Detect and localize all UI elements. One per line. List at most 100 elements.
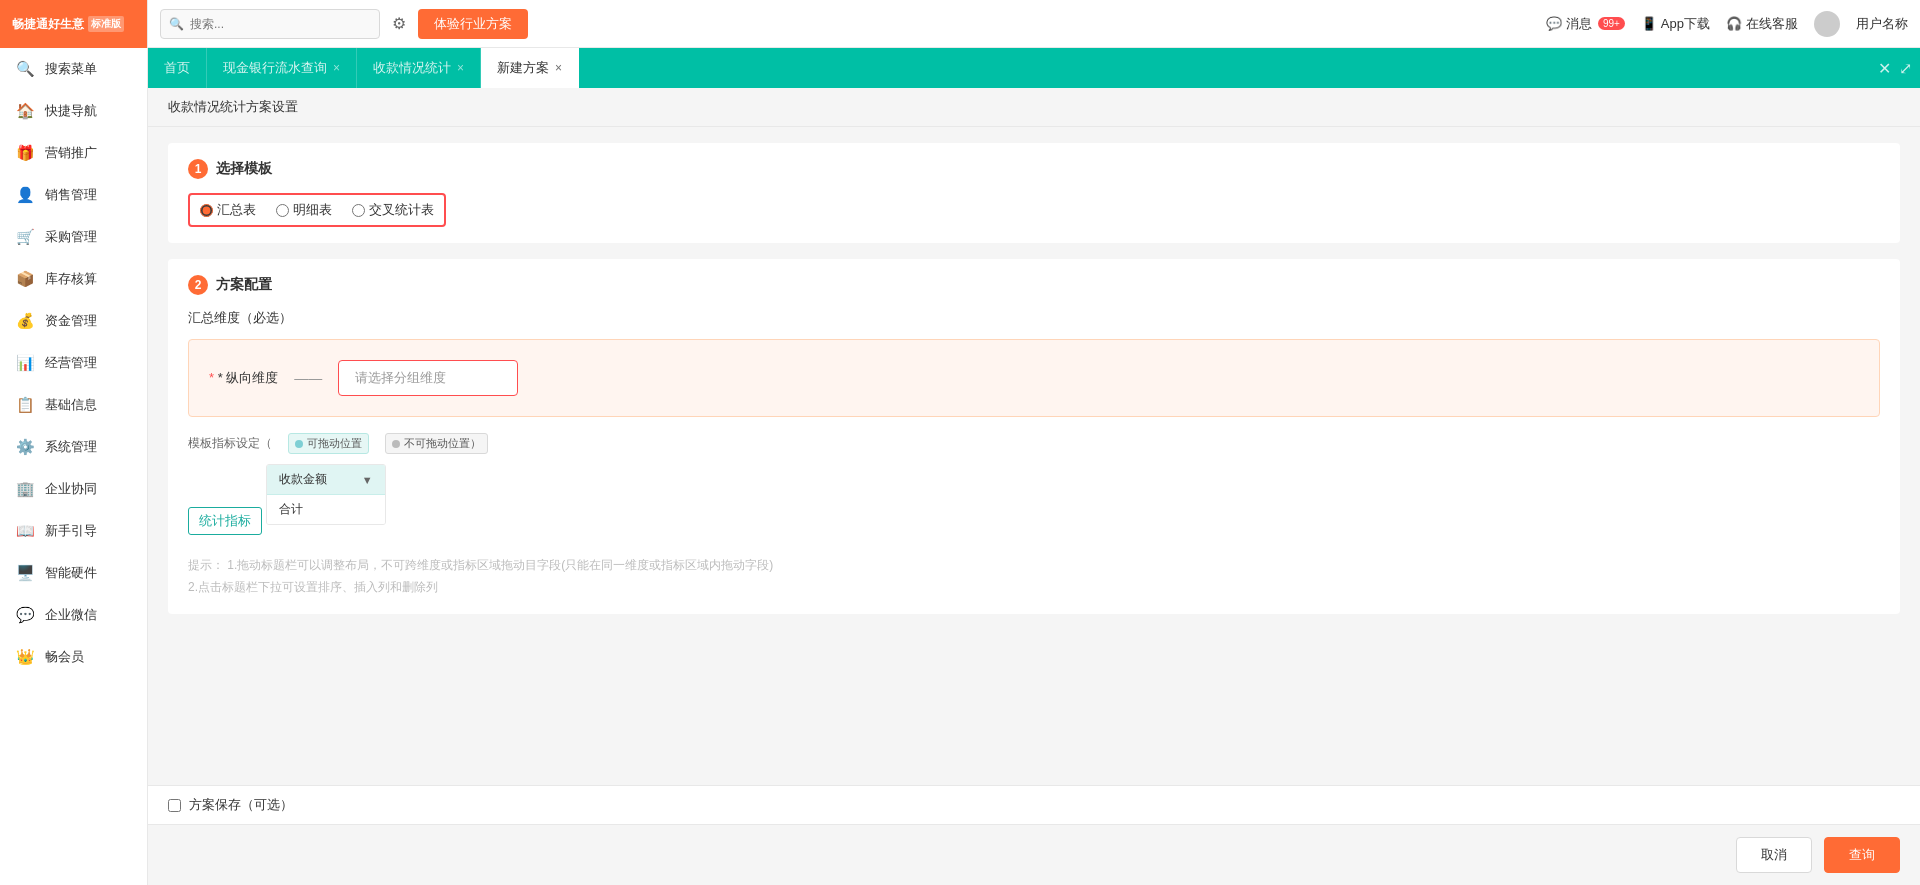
- search-icon-topbar: 🔍: [169, 17, 184, 31]
- radio-summary[interactable]: 汇总表: [200, 201, 256, 219]
- sidebar-item-hardware[interactable]: 🖥️ 智能硬件: [0, 552, 147, 594]
- home-icon: 🏠: [16, 102, 35, 120]
- sidebar-item-enterprise[interactable]: 🏢 企业协同: [0, 468, 147, 510]
- main-area: 🔍 ⚙ 体验行业方案 💬 消息 99+ 📱 App下载 🎧 在线客服 用户名称: [148, 0, 1920, 885]
- metrics-area: 统计指标 收款金额 ▼ 合计: [188, 464, 1880, 543]
- tab-receipt-stats[interactable]: 收款情况统计 ×: [357, 48, 481, 88]
- metric-table-header[interactable]: 收款金额 ▼: [267, 465, 385, 495]
- sidebar-item-operations[interactable]: 📊 经营管理: [0, 342, 147, 384]
- step1-badge: 1: [188, 159, 208, 179]
- notifications[interactable]: 💬 消息 99+: [1546, 15, 1625, 33]
- stats-label: 统计指标: [188, 507, 262, 535]
- hint-area: 提示： 1.拖动标题栏可以调整布局，不可跨维度或指标区域拖动目字段(只能在同一维…: [188, 555, 1880, 598]
- dimension-arrow: ——: [294, 370, 322, 386]
- box-icon: 📦: [16, 270, 35, 288]
- chevron-down-icon: ▼: [362, 474, 373, 486]
- radio-cross[interactable]: 交叉统计表: [352, 201, 434, 219]
- radio-cross-input[interactable]: [352, 204, 365, 217]
- sidebar-item-search-menu[interactable]: 🔍 搜索菜单: [0, 48, 147, 90]
- tab-receipt-stats-close[interactable]: ×: [457, 61, 464, 75]
- radio-detail-input[interactable]: [276, 204, 289, 217]
- headset-icon: 🎧: [1726, 16, 1742, 31]
- sidebar-item-wechat[interactable]: 💬 企业微信: [0, 594, 147, 636]
- step1-section: 1 选择模板 汇总表 明细表 交叉统计表: [168, 143, 1900, 243]
- stats-indicator-group: 统计指标 收款金额 ▼ 合计: [188, 464, 386, 543]
- metric-table: 收款金额 ▼ 合计: [266, 464, 386, 525]
- online-service[interactable]: 🎧 在线客服: [1726, 15, 1798, 33]
- save-label[interactable]: 方案保存（可选）: [189, 796, 293, 814]
- sidebar-item-purchase[interactable]: 🛒 采购管理: [0, 216, 147, 258]
- radio-detail[interactable]: 明细表: [276, 201, 332, 219]
- page-title: 收款情况统计方案设置: [168, 99, 298, 114]
- download-icon: 📱: [1641, 16, 1657, 31]
- dimension-label: 汇总维度（必选）: [188, 309, 1880, 327]
- logo-tag: 标准版: [88, 16, 124, 32]
- gear-icon: ⚙️: [16, 438, 35, 456]
- cart-icon: 🛒: [16, 228, 35, 246]
- page-header: 收款情况统计方案设置: [148, 88, 1920, 127]
- avatar[interactable]: [1814, 11, 1840, 37]
- save-checkbox[interactable]: [168, 799, 181, 812]
- dimension-select[interactable]: 请选择分组维度: [338, 360, 518, 396]
- sidebar-item-quick-nav[interactable]: 🏠 快捷导航: [0, 90, 147, 132]
- radio-summary-input[interactable]: [200, 204, 213, 217]
- vertical-dimension-label: * * 纵向维度: [209, 369, 278, 387]
- notifications-badge: 99+: [1598, 17, 1625, 30]
- non-draggable-tag: 不可拖动位置）: [385, 433, 488, 454]
- step1-title: 1 选择模板: [188, 159, 1880, 179]
- sidebar-item-capital[interactable]: 💰 资金管理: [0, 300, 147, 342]
- cancel-button[interactable]: 取消: [1736, 837, 1812, 873]
- page-body: 1 选择模板 汇总表 明细表 交叉统计表: [148, 127, 1920, 785]
- building-icon: 🏢: [16, 480, 35, 498]
- query-button[interactable]: 查询: [1824, 837, 1900, 873]
- tab-bank-flow-close[interactable]: ×: [333, 61, 340, 75]
- sidebar-item-basic-info[interactable]: 📋 基础信息: [0, 384, 147, 426]
- message-icon: 💬: [1546, 16, 1562, 31]
- money-icon: 💰: [16, 312, 35, 330]
- crown-icon: 👑: [16, 648, 35, 666]
- tabbar: 首页 现金银行流水查询 × 收款情况统计 × 新建方案 × ✕ ⤢: [148, 48, 1920, 88]
- close-window-button[interactable]: ✕: [1878, 59, 1891, 78]
- draggable-dot: [295, 440, 303, 448]
- template-radio-group: 汇总表 明细表 交叉统计表: [188, 193, 446, 227]
- metrics-header: 模板指标设定（ 可拖动位置 不可拖动位置）: [188, 433, 1880, 454]
- non-draggable-dot: [392, 440, 400, 448]
- logo-text: 畅捷通好生意: [12, 16, 84, 33]
- sidebar-item-guide[interactable]: 📖 新手引导: [0, 510, 147, 552]
- monitor-icon: 🖥️: [16, 564, 35, 582]
- tab-new-plan[interactable]: 新建方案 ×: [481, 48, 579, 88]
- hint-1: 提示： 1.拖动标题栏可以调整布局，不可跨维度或指标区域拖动目字段(只能在同一维…: [188, 555, 1880, 577]
- search-box[interactable]: 🔍: [160, 9, 380, 39]
- app-download[interactable]: 📱 App下载: [1641, 15, 1710, 33]
- trial-button[interactable]: 体验行业方案: [418, 9, 528, 39]
- dimension-row: * * 纵向维度 —— 请选择分组维度: [209, 360, 1859, 396]
- maximize-button[interactable]: ⤢: [1899, 59, 1912, 78]
- topbar-right: 💬 消息 99+ 📱 App下载 🎧 在线客服 用户名称: [1546, 11, 1908, 37]
- user-icon: 👤: [16, 186, 35, 204]
- step2-section: 2 方案配置 汇总维度（必选） * * 纵向维度 —— 请选择分组维度: [168, 259, 1900, 614]
- sidebar-item-member[interactable]: 👑 畅会员: [0, 636, 147, 678]
- gift-icon: 🎁: [16, 144, 35, 162]
- sidebar-item-marketing[interactable]: 🎁 营销推广: [0, 132, 147, 174]
- sidebar: 畅捷通好生意 标准版 🔍 搜索菜单 🏠 快捷导航 🎁 营销推广 👤 销售管理 🛒…: [0, 0, 148, 885]
- sidebar-item-inventory[interactable]: 📦 库存核算: [0, 258, 147, 300]
- book-icon: 📖: [16, 522, 35, 540]
- settings-icon[interactable]: ⚙: [392, 14, 406, 33]
- page-footer: 方案保存（可选）: [148, 785, 1920, 824]
- tab-bank-flow[interactable]: 现金银行流水查询 ×: [207, 48, 357, 88]
- metric-table-row: 合计: [267, 495, 385, 524]
- tab-home[interactable]: 首页: [148, 48, 207, 88]
- search-input[interactable]: [190, 17, 371, 31]
- chat-icon: 💬: [16, 606, 35, 624]
- username: 用户名称: [1856, 15, 1908, 33]
- sidebar-item-sales[interactable]: 👤 销售管理: [0, 174, 147, 216]
- search-icon: 🔍: [16, 60, 35, 78]
- sidebar-item-system[interactable]: ⚙️ 系统管理: [0, 426, 147, 468]
- tab-new-plan-close[interactable]: ×: [555, 61, 562, 75]
- page-content: 收款情况统计方案设置 1 选择模板 汇总表 明细表: [148, 88, 1920, 885]
- dimension-box: * * 纵向维度 —— 请选择分组维度: [188, 339, 1880, 417]
- step2-title: 2 方案配置: [188, 275, 1880, 295]
- topbar: 🔍 ⚙ 体验行业方案 💬 消息 99+ 📱 App下载 🎧 在线客服 用户名称: [148, 0, 1920, 48]
- metrics-settings-label: 模板指标设定（: [188, 435, 272, 452]
- hint-2: 2.点击标题栏下拉可设置排序、插入列和删除列: [188, 577, 1880, 599]
